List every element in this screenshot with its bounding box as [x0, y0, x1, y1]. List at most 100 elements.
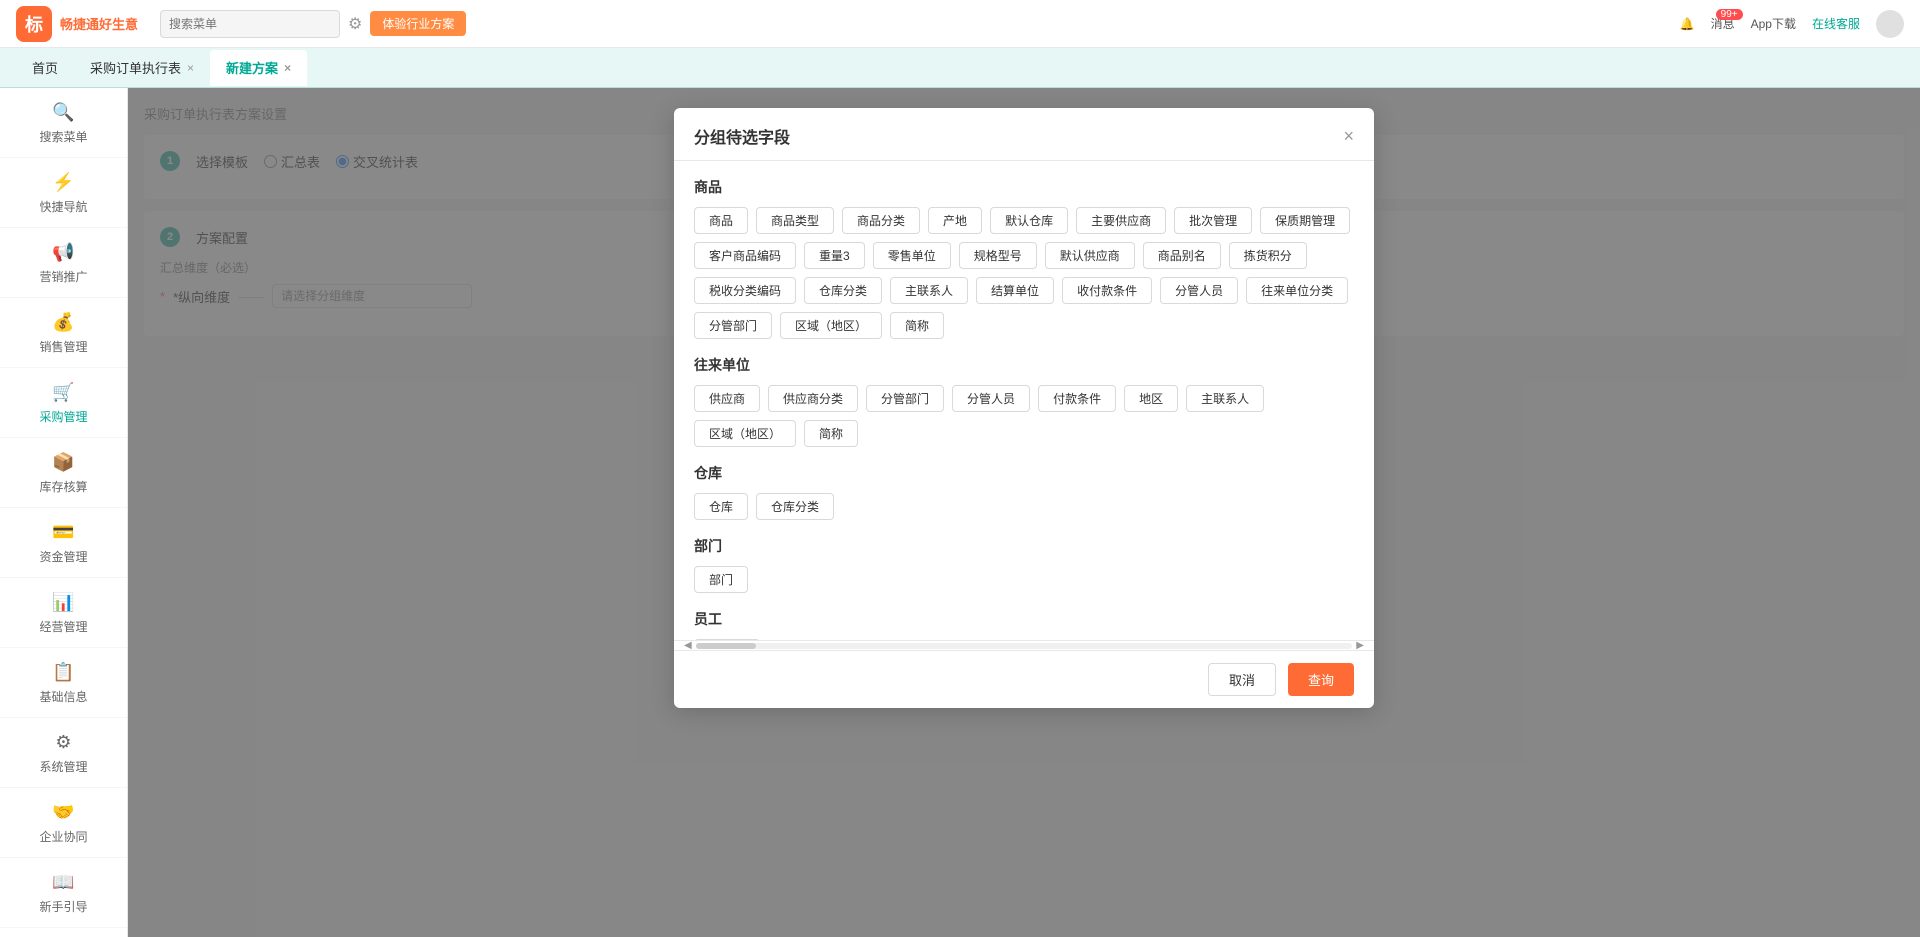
section-staff-label: 员工 — [694, 609, 1354, 629]
operations-icon: 📊 — [52, 590, 76, 614]
sales-icon: 💰 — [52, 310, 76, 334]
field-tag[interactable]: 区域（地区） — [780, 312, 882, 339]
field-tag[interactable]: 简称 — [890, 312, 944, 339]
field-tag[interactable]: 默认供应商 — [1045, 242, 1135, 269]
sidebar-item-marketing[interactable]: 📢 营销推广 — [0, 228, 127, 298]
main-content: 采购订单执行表方案设置 1 选择模板 汇总表 交叉统计表 2 方案配置 汇总维度… — [128, 88, 1920, 937]
gear-icon[interactable]: ⚙ — [348, 14, 362, 34]
modal-header: 分组待选字段 × — [674, 108, 1374, 161]
quick-nav-icon: ⚡ — [52, 170, 76, 194]
system-icon: ⚙ — [52, 730, 76, 754]
field-tag[interactable]: 默认仓库 — [990, 207, 1068, 234]
sidebar-item-finance[interactable]: 💳 资金管理 — [0, 508, 127, 578]
tab-new-plan[interactable]: 新建方案 × — [210, 50, 307, 86]
field-tag[interactable]: 零售单位 — [873, 242, 951, 269]
field-tag[interactable]: 结算单位 — [976, 277, 1054, 304]
field-tag[interactable]: 地区 — [1124, 385, 1178, 412]
confirm-button[interactable]: 查询 — [1288, 663, 1354, 696]
sidebar-item-sales[interactable]: 💰 销售管理 — [0, 298, 127, 368]
section-partner: 往来单位 供应商 供应商分类 分管部门 分管人员 付款条件 地区 主联系人 区域… — [694, 355, 1354, 447]
section-warehouse: 仓库 仓库 仓库分类 — [694, 463, 1354, 520]
field-tag[interactable]: 分管部门 — [866, 385, 944, 412]
tab-new-plan-label: 新建方案 — [226, 58, 278, 77]
tab-home[interactable]: 首页 — [16, 50, 74, 86]
field-tag[interactable]: 产地 — [928, 207, 982, 234]
field-tag[interactable]: 商品 — [694, 207, 748, 234]
field-tag[interactable]: 分管人员 — [1160, 277, 1238, 304]
app-download-link[interactable]: App下载 — [1751, 15, 1796, 32]
sidebar-item-quick-nav[interactable]: ⚡ 快捷导航 — [0, 158, 127, 228]
sidebar-item-basic-info[interactable]: 📋 基础信息 — [0, 648, 127, 718]
logo-icon: 标 — [16, 6, 52, 42]
field-tag[interactable]: 分管人员 — [952, 385, 1030, 412]
sidebar-item-operations[interactable]: 📊 经营管理 — [0, 578, 127, 648]
field-tag[interactable]: 主联系人 — [1186, 385, 1264, 412]
sidebar-item-basic-info-label: 基础信息 — [39, 688, 87, 705]
field-tag[interactable]: 规格型号 — [959, 242, 1037, 269]
field-tag[interactable]: 简称 — [804, 420, 858, 447]
sidebar-item-system-label: 系统管理 — [39, 758, 87, 775]
field-tag[interactable]: 批次管理 — [1174, 207, 1252, 234]
tab-purchase-order-close[interactable]: × — [187, 61, 194, 75]
section-partner-label: 往来单位 — [694, 355, 1354, 375]
field-tag[interactable]: 部门 — [694, 566, 748, 593]
hscroll-thumb — [696, 643, 756, 649]
field-tag[interactable]: 仓库 — [694, 493, 748, 520]
field-tag[interactable]: 供应商分类 — [768, 385, 858, 412]
field-tag[interactable]: 分管部门 — [694, 312, 772, 339]
guide-icon: 📖 — [52, 870, 76, 894]
top-header: 标 畅捷通好生意 ⚙ 体验行业方案 🔔 99+ 消息 App下载 在线客服 — [0, 0, 1920, 48]
field-tag[interactable]: 商品别名 — [1143, 242, 1221, 269]
header-right: 🔔 99+ 消息 App下载 在线客服 — [1680, 10, 1904, 38]
field-tag[interactable]: 仓库分类 — [804, 277, 882, 304]
modal-overlay: 分组待选字段 × 商品 商品 商品类型 商品分类 产地 默认仓库 主要供应商 批… — [128, 88, 1920, 937]
sidebar-item-purchase[interactable]: 🛒 采购管理 — [0, 368, 127, 438]
tab-new-plan-close[interactable]: × — [284, 61, 291, 75]
experience-btn[interactable]: 体验行业方案 — [370, 11, 466, 36]
section-department-label: 部门 — [694, 536, 1354, 556]
header-center: ⚙ 体验行业方案 — [144, 10, 1680, 38]
sidebar-item-search-menu[interactable]: 🔍 搜索菜单 — [0, 88, 127, 158]
tab-purchase-order-label: 采购订单执行表 — [90, 58, 181, 77]
field-tag[interactable]: 税收分类编码 — [694, 277, 796, 304]
field-tag[interactable]: 主联系人 — [890, 277, 968, 304]
field-tag[interactable]: 主要供应商 — [1076, 207, 1166, 234]
field-tag[interactable]: 供应商 — [694, 385, 760, 412]
sidebar-item-system[interactable]: ⚙ 系统管理 — [0, 718, 127, 788]
field-tag[interactable]: 商品类型 — [756, 207, 834, 234]
notification-icon: 🔔 — [1680, 17, 1695, 31]
tab-purchase-order[interactable]: 采购订单执行表 × — [74, 50, 210, 86]
enterprise-collab-icon: 🤝 — [52, 800, 76, 824]
sidebar-item-enterprise-collab[interactable]: 🤝 企业协同 — [0, 788, 127, 858]
field-tag[interactable]: 付款条件 — [1038, 385, 1116, 412]
field-tag[interactable]: 商品分类 — [842, 207, 920, 234]
search-menu-icon: 🔍 — [52, 100, 76, 124]
field-tag[interactable]: 拣货积分 — [1229, 242, 1307, 269]
field-select-modal: 分组待选字段 × 商品 商品 商品类型 商品分类 产地 默认仓库 主要供应商 批… — [674, 108, 1374, 708]
field-tag[interactable]: 收付款条件 — [1062, 277, 1152, 304]
sidebar-item-app-center[interactable]: 📱 应用中心 — [0, 928, 127, 937]
sidebar-item-guide[interactable]: 📖 新手引导 — [0, 858, 127, 928]
sidebar-item-sales-label: 销售管理 — [39, 338, 87, 355]
logo-area: 标 畅捷通好生意 — [16, 6, 144, 42]
cancel-button[interactable]: 取消 — [1208, 663, 1276, 696]
field-tag[interactable]: 重量3 — [804, 242, 865, 269]
field-tag[interactable]: 区域（地区） — [694, 420, 796, 447]
notification-area[interactable]: 🔔 99+ 消息 — [1680, 15, 1735, 32]
sidebar-item-inventory[interactable]: 📦 库存核算 — [0, 438, 127, 508]
modal-close-btn[interactable]: × — [1343, 127, 1354, 145]
avatar[interactable] — [1876, 10, 1904, 38]
sidebar-item-finance-label: 资金管理 — [39, 548, 87, 565]
sidebar-item-search-menu-label: 搜索菜单 — [39, 128, 87, 145]
online-service-link[interactable]: 在线客服 — [1812, 15, 1860, 32]
search-input[interactable] — [160, 10, 340, 38]
sidebar-item-inventory-label: 库存核算 — [39, 478, 87, 495]
field-tag[interactable]: 保质期管理 — [1260, 207, 1350, 234]
sidebar-item-enterprise-collab-label: 企业协同 — [39, 828, 87, 845]
modal-hscroll: ◀ ▶ — [674, 640, 1374, 650]
section-department: 部门 部门 — [694, 536, 1354, 593]
field-tag[interactable]: 客户商品编码 — [694, 242, 796, 269]
section-warehouse-label: 仓库 — [694, 463, 1354, 483]
field-tag[interactable]: 仓库分类 — [756, 493, 834, 520]
field-tag[interactable]: 往来单位分类 — [1246, 277, 1348, 304]
